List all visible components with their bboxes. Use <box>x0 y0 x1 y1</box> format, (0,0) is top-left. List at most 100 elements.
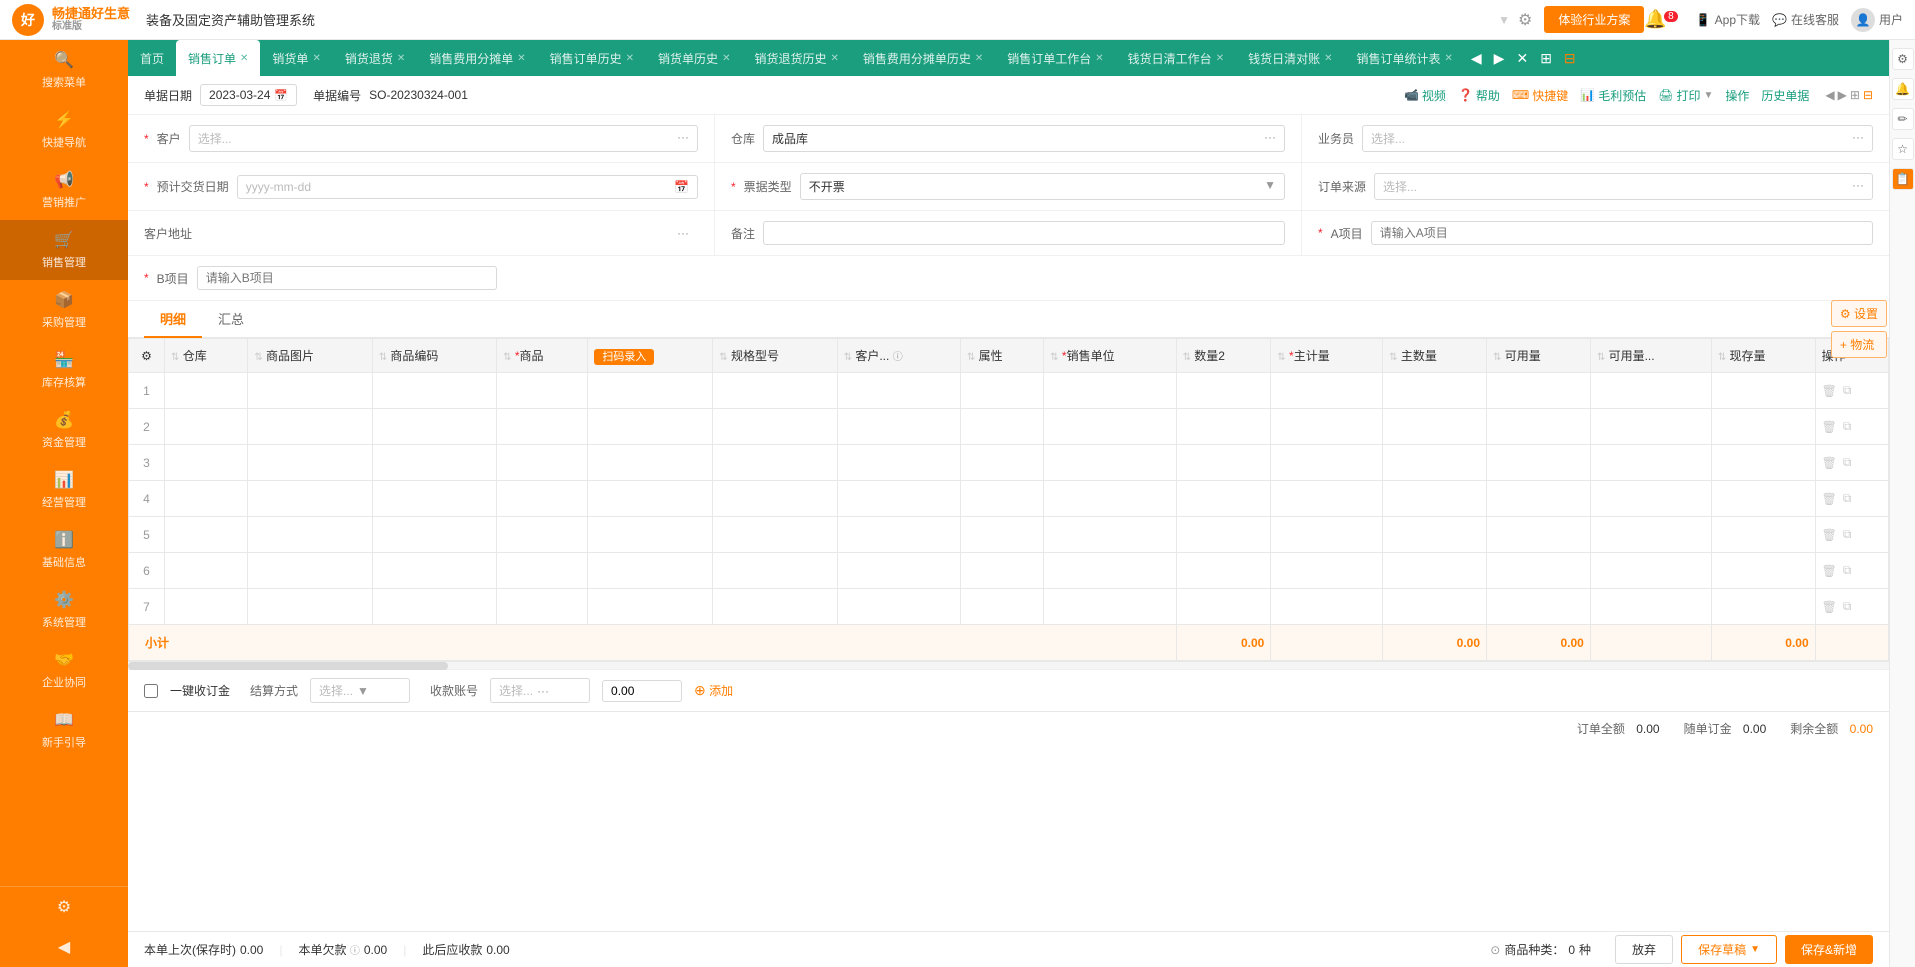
cell-main-unit[interactable] <box>1271 589 1383 625</box>
cell-scan[interactable] <box>588 373 713 409</box>
cell-available[interactable] <box>1487 409 1591 445</box>
rs-settings-icon[interactable]: ⚙ <box>1892 48 1914 70</box>
cell-spec[interactable] <box>713 517 837 553</box>
payment-method-select[interactable]: 选择... ▼ <box>310 678 410 703</box>
cell-main-unit[interactable] <box>1271 553 1383 589</box>
rs-edit-icon[interactable]: ✏ <box>1892 108 1914 130</box>
delete-icon[interactable]: 🗑 <box>1822 384 1837 398</box>
tab-12[interactable]: 销售订单统计表✕ <box>1344 40 1464 76</box>
cell-qty2[interactable] <box>1176 553 1271 589</box>
cell-scan[interactable] <box>588 517 713 553</box>
cell-attr[interactable] <box>960 373 1043 409</box>
tab-nav-prev[interactable]: ◀ <box>1465 40 1488 76</box>
tab-8[interactable]: 销售费用分摊单历史✕ <box>851 40 995 76</box>
cell-scan[interactable] <box>588 409 713 445</box>
cell-customer-sku[interactable] <box>837 553 960 589</box>
sidebar-collapse[interactable]: ◀ <box>0 927 128 967</box>
sidebar-item-5[interactable]: 🏪库存核算 <box>0 340 128 400</box>
invoice-input[interactable]: 不开票 ▼ <box>800 173 1285 200</box>
cell-sku[interactable] <box>372 481 496 517</box>
app-download[interactable]: 📱App下载 <box>1696 11 1760 28</box>
cell-warehouse[interactable] <box>165 409 248 445</box>
col-product[interactable]: ⇅ *商品 <box>497 339 588 373</box>
discard-btn[interactable]: 放弃 <box>1615 935 1673 964</box>
cell-available[interactable] <box>1487 481 1591 517</box>
online-service[interactable]: 💬在线客服 <box>1772 11 1839 28</box>
delete-icon[interactable]: 🗑 <box>1822 528 1837 542</box>
cell-main-qty[interactable] <box>1383 481 1487 517</box>
scrollbar-thumb[interactable] <box>128 662 448 670</box>
copy-icon[interactable]: ⧉ <box>1843 419 1852 434</box>
cell-customer-sku[interactable] <box>837 481 960 517</box>
cell-unit[interactable] <box>1044 481 1176 517</box>
cell-current-stock[interactable] <box>1711 373 1815 409</box>
cell-product[interactable] <box>497 517 588 553</box>
cell-image[interactable] <box>248 553 372 589</box>
staff-input[interactable]: 选择... ··· <box>1362 125 1873 152</box>
sidebar-item-8[interactable]: ℹ️基础信息 <box>0 520 128 580</box>
view-grid[interactable]: ⊞ <box>1850 88 1860 102</box>
cell-warehouse[interactable] <box>165 373 248 409</box>
cell-image[interactable] <box>248 445 372 481</box>
sidebar-settings[interactable]: ⚙ <box>0 887 128 927</box>
one-key-checkbox[interactable] <box>144 684 158 698</box>
cell-sku[interactable] <box>372 373 496 409</box>
b-project-input[interactable] <box>197 266 497 290</box>
cell-actions[interactable]: 🗑 ⧉ <box>1815 589 1888 625</box>
cell-main-unit[interactable] <box>1271 373 1383 409</box>
cell-image[interactable] <box>248 481 372 517</box>
sidebar-item-2[interactable]: 📢营销推广 <box>0 160 128 220</box>
tab-grid-btn[interactable]: ⊞ <box>1534 40 1558 76</box>
cell-qty2[interactable] <box>1176 589 1271 625</box>
col-main-unit[interactable]: ⇅ *主计量 <box>1271 339 1383 373</box>
cell-available2[interactable] <box>1590 409 1711 445</box>
cell-attr[interactable] <box>960 553 1043 589</box>
cell-image[interactable] <box>248 589 372 625</box>
col-unit[interactable]: ⇅ *销售单位 <box>1044 339 1176 373</box>
cell-attr[interactable] <box>960 589 1043 625</box>
tab-4[interactable]: 销售费用分摊单✕ <box>417 40 537 76</box>
cell-qty2[interactable] <box>1176 517 1271 553</box>
cell-sku[interactable] <box>372 445 496 481</box>
date-input[interactable]: 2023-03-24 📅 <box>200 84 297 106</box>
notification-area[interactable]: 🔔 8 <box>1644 9 1683 30</box>
account-select[interactable]: 选择... ··· <box>490 678 590 703</box>
col-warehouse[interactable]: ⇅ 仓库 <box>165 339 248 373</box>
cell-scan[interactable] <box>588 445 713 481</box>
cell-spec[interactable] <box>713 553 837 589</box>
sidebar-item-9[interactable]: ⚙️系统管理 <box>0 580 128 640</box>
float-logistics-btn[interactable]: + 物流 <box>1831 331 1887 358</box>
cell-product[interactable] <box>497 589 588 625</box>
tab-summary[interactable]: 汇总 <box>202 301 260 338</box>
cell-main-qty[interactable] <box>1383 517 1487 553</box>
cell-unit[interactable] <box>1044 517 1176 553</box>
cell-sku[interactable] <box>372 589 496 625</box>
cell-scan[interactable] <box>588 589 713 625</box>
profit-btn[interactable]: 📊毛利预估 <box>1580 87 1646 104</box>
cell-product[interactable] <box>497 445 588 481</box>
copy-icon[interactable]: ⧉ <box>1843 599 1852 614</box>
cell-available2[interactable] <box>1590 481 1711 517</box>
col-spec[interactable]: ⇅ 规格型号 <box>713 339 837 373</box>
cell-available[interactable] <box>1487 445 1591 481</box>
user-avatar[interactable]: 👤 用户 <box>1851 8 1903 32</box>
cell-main-qty[interactable] <box>1383 553 1487 589</box>
sidebar-item-10[interactable]: 🤝企业协同 <box>0 640 128 700</box>
cell-main-qty[interactable] <box>1383 373 1487 409</box>
cell-unit[interactable] <box>1044 553 1176 589</box>
save-new-btn[interactable]: 保存&新增 <box>1785 935 1873 964</box>
cell-customer-sku[interactable] <box>837 445 960 481</box>
save-draft-btn[interactable]: 保存草稿▼ <box>1681 935 1777 964</box>
cell-available2[interactable] <box>1590 445 1711 481</box>
cell-current-stock[interactable] <box>1711 445 1815 481</box>
shortcut-btn[interactable]: ⌨快捷键 <box>1512 87 1568 104</box>
delivery-input[interactable]: yyyy-mm-dd 📅 <box>237 175 698 199</box>
cell-available2[interactable] <box>1590 589 1711 625</box>
a-project-input[interactable] <box>1371 221 1873 245</box>
tab-orange-btn[interactable]: ⊟ <box>1558 40 1582 76</box>
tab-close-all[interactable]: ✕ <box>1510 40 1534 76</box>
cell-qty2[interactable] <box>1176 481 1271 517</box>
sidebar-item-6[interactable]: 💰资金管理 <box>0 400 128 460</box>
delete-icon[interactable]: 🗑 <box>1822 564 1837 578</box>
cell-main-qty[interactable] <box>1383 445 1487 481</box>
